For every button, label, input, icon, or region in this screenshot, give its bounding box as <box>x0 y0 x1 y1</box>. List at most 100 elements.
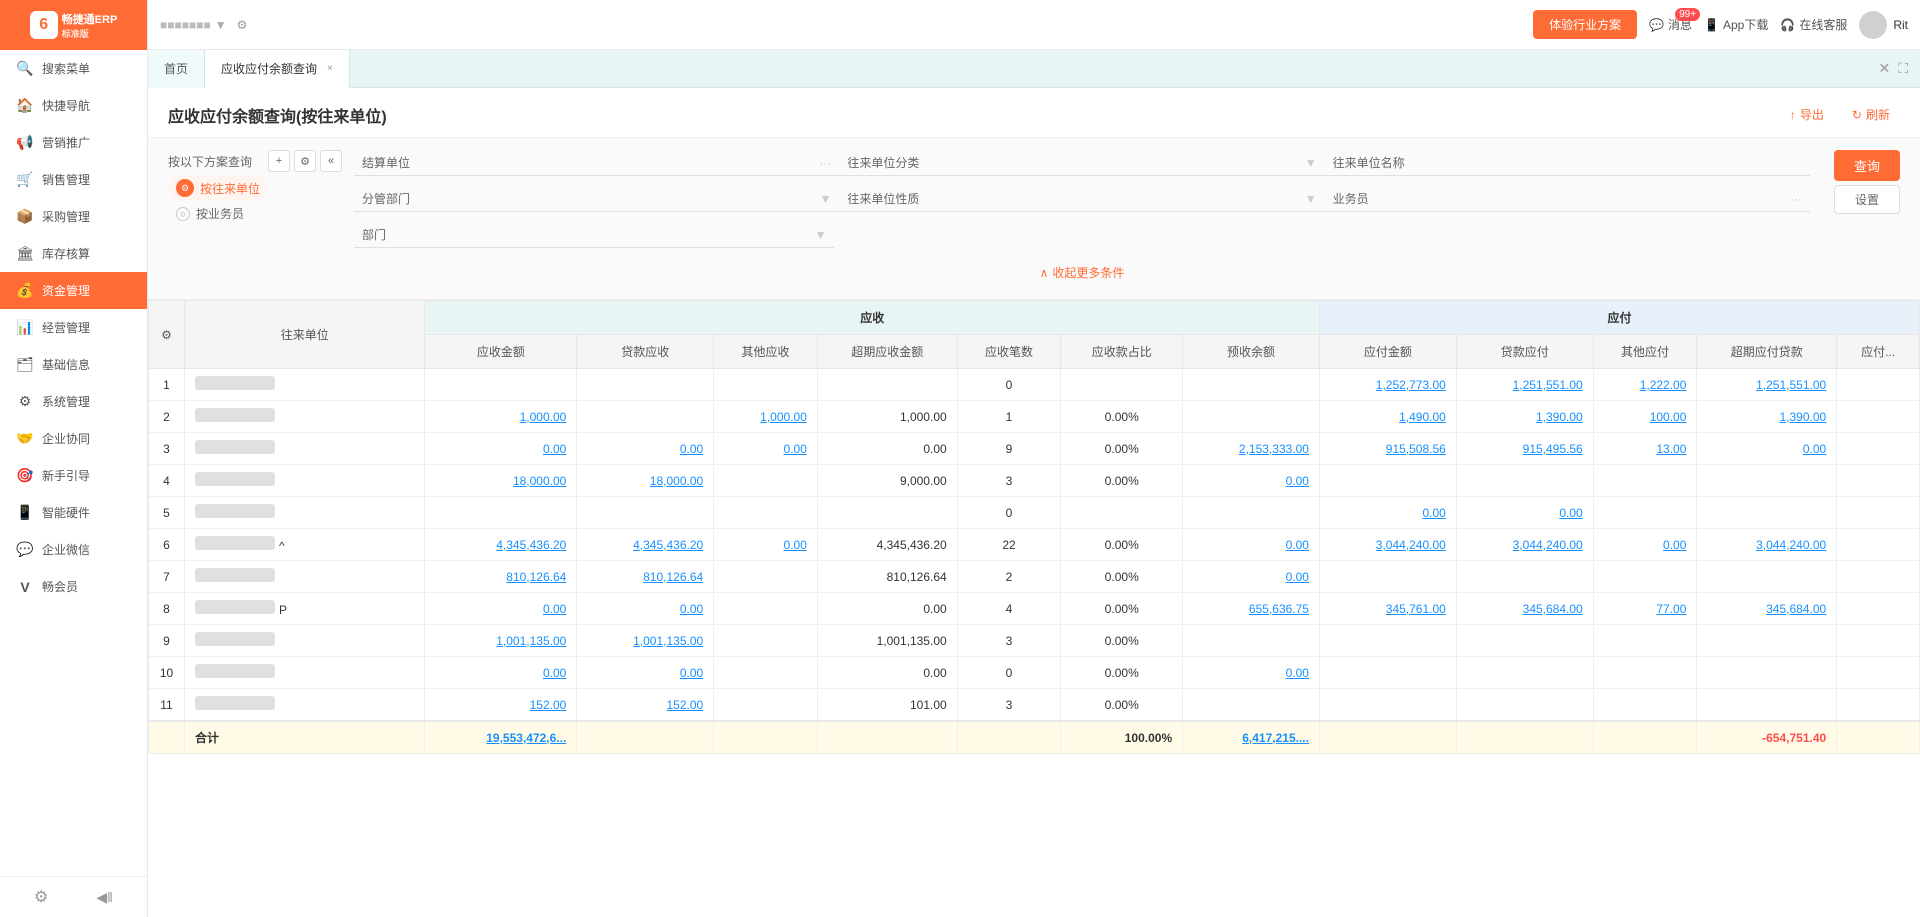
footer-rec-amount: 19,553,472,6... <box>425 721 577 754</box>
table-row: 6^4,345,436.204,345,436.200.004,345,436.… <box>149 529 1920 561</box>
dept-input[interactable] <box>440 192 811 206</box>
partner-name-input[interactable] <box>1413 156 1802 170</box>
filter-option-partner[interactable]: ⚙ 按往来单位 <box>168 176 268 200</box>
th-settings[interactable]: ⚙ <box>149 301 185 369</box>
sidebar: 6 畅捷通ERP 标准版 🔍 搜索菜单 🏠 快捷导航 📢 营销推广 🛒 销售管理… <box>0 0 148 917</box>
salesperson-input[interactable] <box>1411 192 1782 206</box>
sidebar-settings-icon[interactable]: ⚙ <box>34 887 48 907</box>
sidebar-item-wechat[interactable]: 💬 企业微信 <box>0 531 147 568</box>
sidebar-item-hardware[interactable]: 📱 智能硬件 <box>0 494 147 531</box>
th-rec-prepay: 预收余额 <box>1183 335 1320 369</box>
refresh-button[interactable]: ↻ 刷新 <box>1842 102 1900 127</box>
sidebar-item-search[interactable]: 🔍 搜索菜单 <box>0 50 147 87</box>
sidebar-item-purchase[interactable]: 📦 采购管理 <box>0 198 147 235</box>
dept2-input[interactable] <box>440 228 807 242</box>
th-receivable-group: 应收 <box>425 301 1320 335</box>
table-settings-icon[interactable]: ⚙ <box>161 328 172 342</box>
footer-pay-overdue: -654,751.40 <box>1697 721 1837 754</box>
footer-rec-prepay: 6,417,215.... <box>1183 721 1320 754</box>
footer-rec-overdue <box>817 721 957 754</box>
industry-btn[interactable]: 体验行业方案 <box>1533 10 1637 39</box>
user-menu[interactable]: Rit <box>1859 11 1908 39</box>
dropdown-icon[interactable]: ▼ <box>1305 156 1317 170</box>
sidebar-item-label: 企业协同 <box>42 430 90 447</box>
finance-icon: 💰 <box>16 282 34 299</box>
dropdown-icon4[interactable]: ▼ <box>815 228 827 242</box>
sidebar-item-guide[interactable]: 🎯 新手引导 <box>0 457 147 494</box>
system-icon: ⚙ <box>16 393 34 410</box>
sidebar-item-member[interactable]: V 畅会员 <box>0 568 147 605</box>
filter-partner-nature: 往来单位性质 ▼ <box>839 186 1324 212</box>
settings-icon[interactable]: ⚙ <box>237 18 248 32</box>
app-download-btn[interactable]: 📱 App下载 <box>1704 16 1768 33</box>
settlement-input[interactable] <box>440 156 811 170</box>
query-buttons: 查询 设置 <box>1834 150 1900 287</box>
more-icon2[interactable]: ··· <box>1790 192 1802 206</box>
dept2-label: 部门 <box>362 226 432 243</box>
maximize-icon[interactable]: ⛶ <box>1898 60 1908 77</box>
more-icon[interactable]: ··· <box>819 156 831 170</box>
marketing-icon: 📢 <box>16 134 34 151</box>
filter-collapse-btn[interactable]: « <box>320 150 342 172</box>
footer-pay-loan <box>1456 721 1593 754</box>
dropdown-icon3[interactable]: ▼ <box>1305 192 1317 206</box>
option-icon: ⚙ <box>176 179 194 197</box>
partner-name <box>185 433 425 465</box>
filter-settings-btn[interactable]: ⚙ <box>294 150 316 172</box>
messages-btn[interactable]: 💬 消息 99+ <box>1649 16 1692 33</box>
sidebar-item-operations[interactable]: 📊 经营管理 <box>0 309 147 346</box>
online-service-btn[interactable]: 🎧 在线客服 <box>1780 16 1847 33</box>
set-button[interactable]: 设置 <box>1834 185 1900 214</box>
data-table-container: ⚙ 往来单位 应收 应付 应收金额 贷款应收 其他应收 超期应收金额 应收笔数 … <box>148 300 1920 754</box>
sidebar-item-label: 库存核算 <box>42 245 90 262</box>
export-button[interactable]: ↑ 导出 <box>1780 102 1834 127</box>
table-row: 418,000.0018,000.009,000.0030.00%0.00 <box>149 465 1920 497</box>
sidebar-item-finance[interactable]: 💰 资金管理 <box>0 272 147 309</box>
th-rec-overdue: 超期应收金额 <box>817 335 957 369</box>
sidebar-item-system[interactable]: ⚙ 系统管理 <box>0 383 147 420</box>
sidebar-item-quicknav[interactable]: 🏠 快捷导航 <box>0 87 147 124</box>
sidebar-item-sales[interactable]: 🛒 销售管理 <box>0 161 147 198</box>
sidebar-item-inventory[interactable]: 🏛 库存核算 <box>0 235 147 272</box>
table-row: 91,001,135.001,001,135.001,001,135.0030.… <box>149 625 1920 657</box>
sidebar-item-collab[interactable]: 🤝 企业协同 <box>0 420 147 457</box>
filter-dept-manager: 分管部门 ▼ <box>354 186 839 212</box>
filter-option-salesperson[interactable]: ○ 按业务员 <box>168 202 268 225</box>
basic-icon: 🗂 <box>16 356 34 373</box>
filter-more-btn[interactable]: ∧ 收起更多条件 <box>354 258 1810 287</box>
th-pay-other: 其他应付 <box>1593 335 1697 369</box>
username: Rit <box>1893 18 1908 32</box>
partner-cat-input[interactable] <box>927 156 1296 170</box>
filter-add-btn[interactable]: + <box>268 150 290 172</box>
breadcrumb: ■■■■■■■ ▼ ⚙ <box>160 18 1521 32</box>
partner-name <box>185 689 425 722</box>
footer-rec-other <box>714 721 818 754</box>
sidebar-item-label: 基础信息 <box>42 356 90 373</box>
table-row: 21,000.001,000.001,000.0010.00%1,490.001… <box>149 401 1920 433</box>
tab-close-icon[interactable]: × <box>327 63 333 74</box>
dropdown-icon2[interactable]: ▼ <box>819 192 831 206</box>
tab-receivable[interactable]: 应收应付余额查询 × <box>205 50 350 88</box>
tab-home[interactable]: 首页 <box>148 50 205 88</box>
dropdown-icon[interactable]: ▼ <box>215 18 227 32</box>
footer-rec-count <box>957 721 1061 754</box>
partner-name <box>185 497 425 529</box>
query-button[interactable]: 查询 <box>1834 150 1900 181</box>
sidebar-bottom: ⚙ ◀‖ <box>0 876 147 917</box>
filter-partner-name: 往来单位名称 <box>1325 150 1810 176</box>
filter-settlement-unit: 结算单位 ··· <box>354 150 839 176</box>
home-icon: 🏠 <box>16 97 34 114</box>
close-window-icon[interactable]: ✕ <box>1878 60 1890 77</box>
partner-name <box>185 369 425 401</box>
partner-cat-label: 往来单位分类 <box>847 154 919 171</box>
refresh-label: 刷新 <box>1866 106 1890 123</box>
filter-section: 按以下方案查询 + ⚙ « ⚙ 按往来单位 ○ 按业务员 <box>148 138 1920 300</box>
sidebar-item-marketing[interactable]: 📢 营销推广 <box>0 124 147 161</box>
breadcrumb-text: ■■■■■■■ <box>160 18 211 32</box>
nature-input[interactable] <box>927 192 1296 206</box>
footer-settings <box>149 721 185 754</box>
sidebar-collapse-icon[interactable]: ◀‖ <box>96 889 113 906</box>
partner-name <box>185 465 425 497</box>
sidebar-item-basic[interactable]: 🗂 基础信息 <box>0 346 147 383</box>
headset-icon: 🎧 <box>1780 18 1795 32</box>
